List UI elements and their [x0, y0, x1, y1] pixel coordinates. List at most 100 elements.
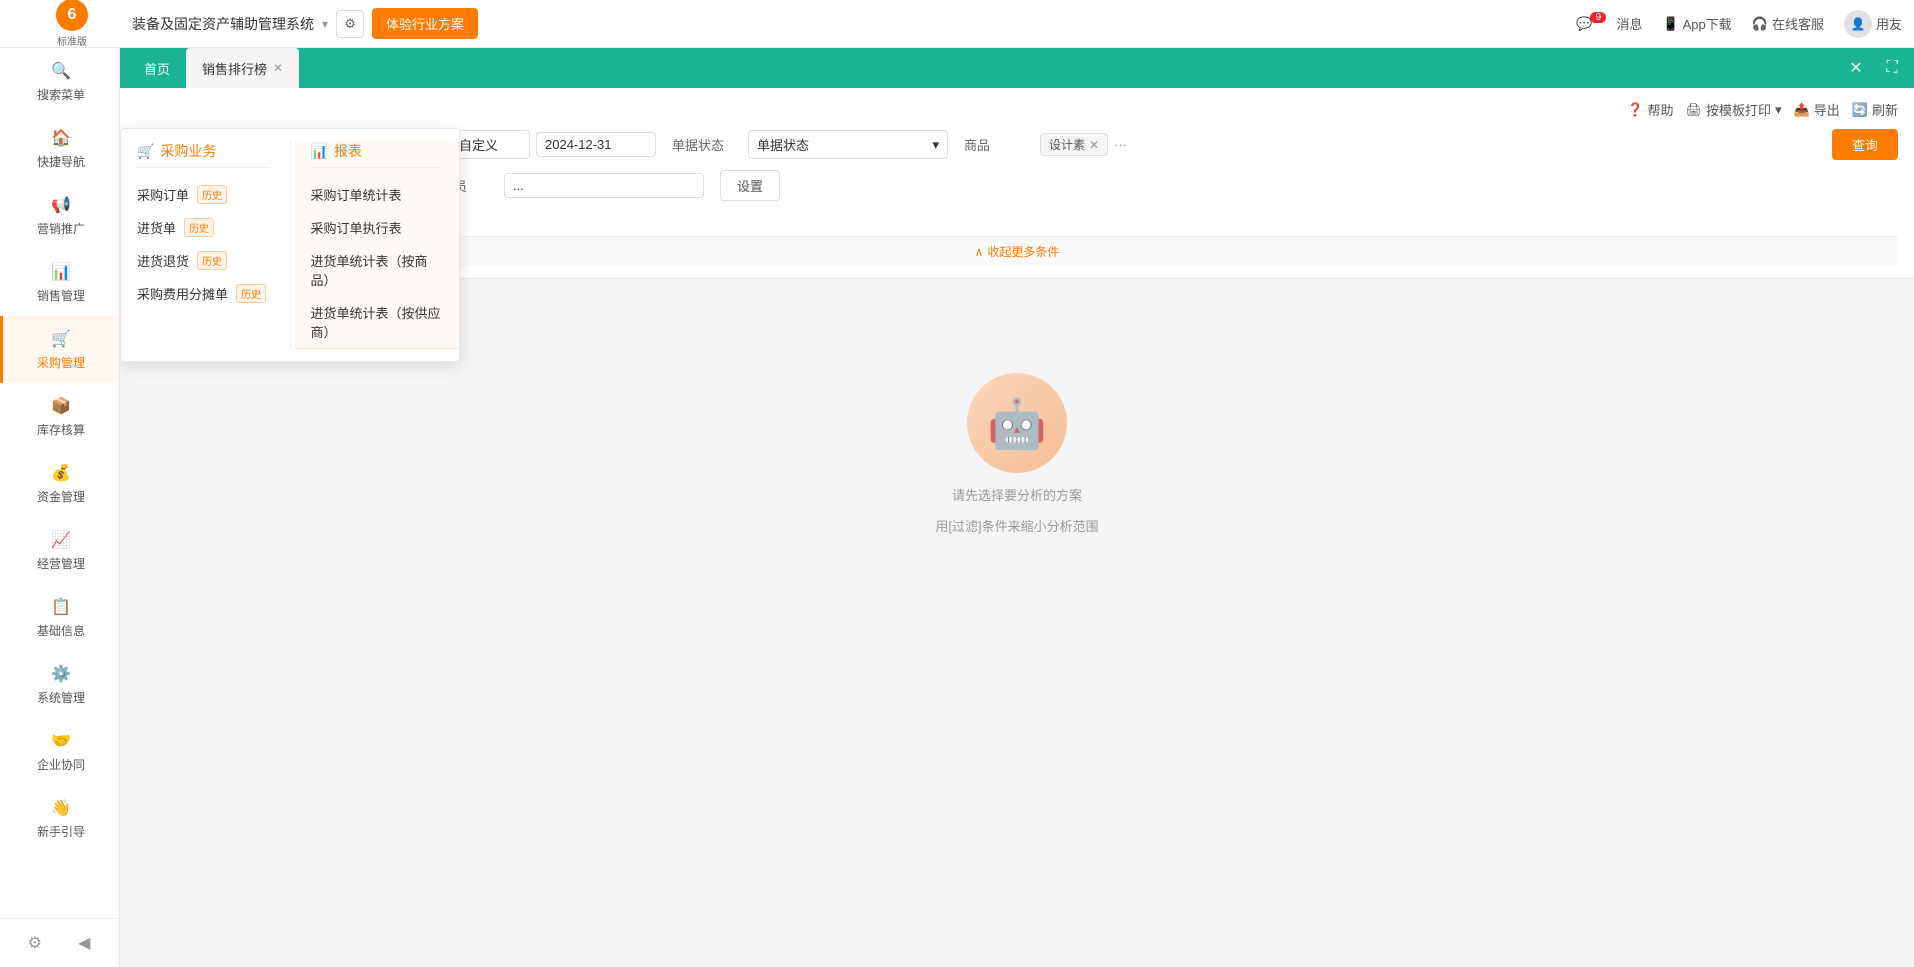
msg-label: 消息 — [1616, 14, 1642, 33]
query-btn[interactable]: 查询 — [1832, 129, 1898, 160]
goods-label: 商品 — [964, 135, 1024, 154]
system-dropdown-arrow[interactable]: ▾ — [322, 17, 328, 31]
purchase-dropdown-item[interactable]: 采购费用分摊单历史 — [137, 277, 270, 310]
goods-dots[interactable]: ··· — [1114, 137, 1127, 152]
msg-item[interactable]: 💬 9 消息 — [1576, 14, 1642, 33]
set-btn[interactable]: 设置 — [720, 170, 780, 201]
app-item[interactable]: 📱 App下载 — [1662, 14, 1731, 33]
sidebar-item-label: 快捷导航 — [37, 153, 85, 170]
sidebar-item-marketing[interactable]: 📢营销推广 — [0, 182, 119, 249]
headset-icon: 🎧 — [1752, 16, 1768, 32]
sidebar-item-basic[interactable]: 📋基础信息 — [0, 584, 119, 651]
tab-bar: 首页 销售排行榜 ✕ ✕ ⛶ — [120, 48, 1914, 88]
app-label: App下载 — [1683, 14, 1732, 33]
operation-icon: 📈 — [50, 529, 72, 551]
hist-badge: 历史 — [236, 284, 266, 303]
quick-icon: 🏠 — [50, 127, 72, 149]
sidebar-item-newbie[interactable]: 👋新手引导 — [0, 785, 119, 852]
page-content: ❓ 帮助 🖨 按模板打印 ▾ 📤 导出 🔄 刷新 — [120, 88, 1914, 967]
tab-sales-rank[interactable]: 销售排行榜 ✕ — [186, 48, 299, 88]
sidebar-item-label: 企业协同 — [37, 756, 85, 773]
sidebar-item-sales[interactable]: 📊销售管理 — [0, 249, 119, 316]
purchase-dropdown-item[interactable]: 进货退货历史 — [137, 244, 270, 277]
purchase-dropdown-item[interactable]: 采购订单历史 — [137, 178, 270, 211]
export-label: 导出 — [1814, 100, 1840, 119]
tab-expand-icon[interactable]: ⛶ — [1878, 54, 1906, 82]
dropdown-item-label: 进货单 — [137, 218, 176, 237]
print-icon: 🖨 — [1686, 102, 1703, 118]
export-btn[interactable]: 📤 导出 — [1794, 100, 1840, 119]
sidebar-item-finance[interactable]: 💰资金管理 — [0, 450, 119, 517]
empty-hint1: 请先选择要分析的方案 — [952, 485, 1082, 504]
dropdown-cols: 🛒 采购业务 采购订单历史进货单历史进货退货历史采购费用分摊单历史 📊 报表 采… — [121, 141, 459, 349]
sidebar-item-inventory[interactable]: 📦库存核算 — [0, 383, 119, 450]
header-right: 💬 9 消息 📱 App下载 🎧 在线客服 👤 用友 — [1576, 10, 1902, 38]
goods-tag-close[interactable]: ✕ — [1089, 138, 1099, 152]
help-label: 帮助 — [1648, 100, 1674, 119]
empty-hint2: 用[过滤]条件来缩小分析范围 — [935, 516, 1098, 535]
newbie-icon: 👋 — [50, 797, 72, 819]
tab-home[interactable]: 首页 — [128, 48, 186, 88]
status-label: 单据状态 — [672, 135, 732, 154]
sidebar-item-label: 系统管理 — [37, 689, 85, 706]
search-icon: 🔍 — [50, 60, 72, 82]
report-dropdown-item[interactable]: 进货单统计表（按商品） — [311, 244, 444, 296]
hist-badge: 历史 — [197, 185, 227, 204]
industry-btn[interactable]: 体验行业方案 — [372, 8, 478, 39]
tab-close-window-icon[interactable]: ✕ — [1842, 54, 1870, 82]
tab-close-icon[interactable]: ✕ — [273, 61, 283, 75]
dropdown-item-label: 进货退货 — [137, 251, 189, 270]
logo-icon: 6 — [56, 0, 88, 31]
sidebar-item-quick[interactable]: 🏠 快捷导航 — [0, 115, 119, 182]
system-title-area: 装备及固定资产辅助管理系统 ▾ ⚙ 体验行业方案 — [132, 8, 1576, 39]
service-label: 在线客服 — [1772, 14, 1824, 33]
hist-badge: 历史 — [184, 218, 214, 237]
sidebar-item-purchase[interactable]: 🛒采购管理 — [0, 316, 119, 383]
basic-icon: 📋 — [50, 596, 72, 618]
status-select[interactable]: 单据状态 ▾ — [748, 130, 948, 159]
report-dropdown-item[interactable]: 采购订单执行表 — [311, 211, 444, 244]
salesman-select[interactable]: ... — [504, 173, 704, 198]
report-col-title: 📊 报表 — [311, 141, 444, 168]
dropdown-item-label: 进货单统计表（按商品） — [311, 251, 444, 289]
purchase-dropdown: 🛒 采购业务 采购订单历史进货单历史进货退货历史采购费用分摊单历史 📊 报表 采… — [120, 128, 460, 362]
status-select-value: 单据状态 — [757, 135, 809, 154]
tab-bar-right: ✕ ⛶ — [1842, 54, 1906, 82]
phone-icon: 📱 — [1662, 16, 1678, 32]
logo-char: 6 — [68, 6, 77, 24]
collapse-up-icon: ∧ — [975, 245, 984, 259]
report-col: 📊 报表 采购订单统计表采购订单执行表进货单统计表（按商品） 进货单统计表（按供应… — [295, 141, 460, 349]
date-value[interactable]: 2024-12-31 — [536, 132, 656, 157]
sidebar-item-label: 搜索菜单 — [37, 86, 85, 103]
sidebar-item-collab[interactable]: 🤝企业协同 — [0, 718, 119, 785]
status-select-arrow: ▾ — [932, 137, 939, 153]
purchase-col-title: 🛒 采购业务 — [137, 141, 270, 168]
service-item[interactable]: 🎧 在线客服 — [1752, 14, 1824, 33]
hist-badge: 历史 — [197, 251, 227, 270]
report-dropdown-item[interactable]: 采购订单统计表 — [311, 178, 444, 211]
sidebar-item-system[interactable]: ⚙️ 系统管理 — [0, 651, 119, 718]
help-btn[interactable]: ❓ 帮助 — [1627, 100, 1673, 119]
print-btn[interactable]: 🖨 按模板打印 ▾ — [1686, 100, 1782, 119]
print-label: 按模板打印 — [1706, 100, 1771, 119]
settings-icon[interactable]: ⚙ — [336, 10, 364, 38]
user-item[interactable]: 👤 用友 — [1844, 10, 1902, 38]
dropdown-item-label: 采购订单执行表 — [311, 218, 402, 237]
export-icon: 📤 — [1794, 102, 1810, 118]
system-icon: ⚙️ — [50, 663, 72, 685]
refresh-icon: 🔄 — [1852, 102, 1868, 118]
settings-bottom-icon[interactable]: ⚙ — [21, 929, 49, 957]
msg-badge: 9 — [1590, 12, 1606, 23]
purchase-col-title-label: 采购业务 — [160, 141, 216, 161]
purchase-dropdown-item[interactable]: 进货单历史 — [137, 211, 270, 244]
sidebar-item-operation[interactable]: 📈经营管理 — [0, 517, 119, 584]
date-custom-btn[interactable]: 自定义 — [450, 130, 530, 159]
refresh-btn[interactable]: 🔄 刷新 — [1852, 100, 1898, 119]
help-icon: ❓ — [1627, 102, 1643, 118]
sidebar-item-search[interactable]: 🔍 搜索菜单 — [0, 48, 119, 115]
sales-icon: 📊 — [50, 261, 72, 283]
finance-icon: 💰 — [50, 462, 72, 484]
report-dropdown-item[interactable]: 进货单统计表（按供应商） — [311, 296, 444, 348]
collapse-sidebar-icon[interactable]: ◀ — [70, 929, 98, 957]
purchase-icon: 🛒 — [50, 328, 72, 350]
